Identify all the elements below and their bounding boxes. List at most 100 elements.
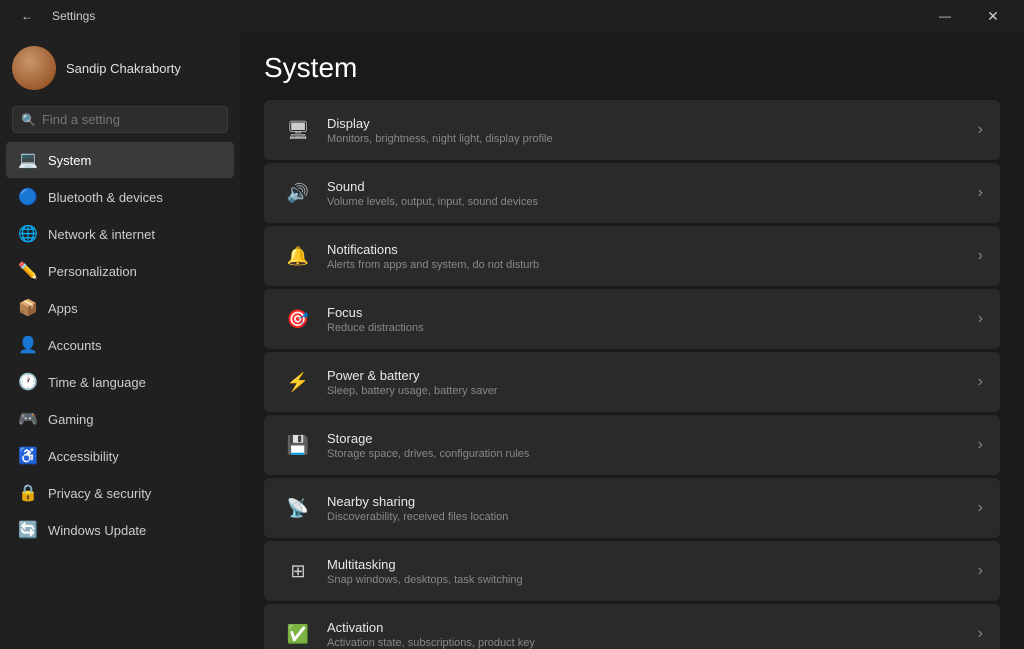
power-icon: ⚡ [281, 365, 315, 399]
storage-text: Storage Storage space, drives, configura… [327, 431, 970, 460]
settings-row-storage[interactable]: 💾 Storage Storage space, drives, configu… [264, 415, 1000, 475]
activation-text: Activation Activation state, subscriptio… [327, 620, 970, 649]
accounts-icon: 👤 [18, 335, 38, 355]
search-icon: 🔍 [21, 113, 36, 127]
network-icon: 🌐 [18, 224, 38, 244]
sidebar-label-accounts: Accounts [48, 338, 101, 353]
notifications-title: Notifications [327, 242, 970, 257]
accessibility-icon: ♿ [18, 446, 38, 466]
multitasking-title: Multitasking [327, 557, 970, 572]
settings-row-notifications[interactable]: 🔔 Notifications Alerts from apps and sys… [264, 226, 1000, 286]
content-wrapper: System 🖥 Display Monitors, brightness, n… [264, 52, 1000, 649]
display-text: Display Monitors, brightness, night ligh… [327, 116, 970, 145]
display-subtitle: Monitors, brightness, night light, displ… [327, 133, 970, 145]
display-chevron: › [978, 121, 983, 139]
close-button[interactable]: ✕ [970, 0, 1016, 32]
notifications-icon: 🔔 [281, 239, 315, 273]
nearby-title: Nearby sharing [327, 494, 970, 509]
sound-subtitle: Volume levels, output, input, sound devi… [327, 196, 970, 208]
sidebar-label-privacy: Privacy & security [48, 486, 151, 501]
personalization-icon: ✏️ [18, 261, 38, 281]
update-icon: 🔄 [18, 520, 38, 540]
titlebar: ← Settings — ✕ [0, 0, 1024, 32]
activation-title: Activation [327, 620, 970, 635]
settings-row-power[interactable]: ⚡ Power & battery Sleep, battery usage, … [264, 352, 1000, 412]
storage-icon: 💾 [281, 428, 315, 462]
back-button[interactable]: ← [12, 0, 42, 32]
profile-section[interactable]: Sandip Chakraborty [0, 32, 240, 102]
focus-icon: 🎯 [281, 302, 315, 336]
sound-title: Sound [327, 179, 970, 194]
sidebar-label-apps: Apps [48, 301, 78, 316]
settings-row-focus[interactable]: 🎯 Focus Reduce distractions › [264, 289, 1000, 349]
multitasking-chevron: › [978, 562, 983, 580]
system-icon: 💻 [18, 150, 38, 170]
page-title: System [264, 52, 1000, 84]
multitasking-icon: ⊞ [281, 554, 315, 588]
settings-list: 🖥 Display Monitors, brightness, night li… [264, 100, 1000, 649]
storage-subtitle: Storage space, drives, configuration rul… [327, 448, 970, 460]
main-content: System 🖥 Display Monitors, brightness, n… [240, 32, 1024, 649]
sound-chevron: › [978, 184, 983, 202]
gaming-icon: 🎮 [18, 409, 38, 429]
time-icon: 🕐 [18, 372, 38, 392]
power-text: Power & battery Sleep, battery usage, ba… [327, 368, 970, 397]
sidebar-item-personalization[interactable]: ✏️ Personalization [6, 253, 234, 289]
power-subtitle: Sleep, battery usage, battery saver [327, 385, 970, 397]
focus-chevron: › [978, 310, 983, 328]
nearby-text: Nearby sharing Discoverability, received… [327, 494, 970, 523]
display-title: Display [327, 116, 970, 131]
settings-row-nearby[interactable]: 📡 Nearby sharing Discoverability, receiv… [264, 478, 1000, 538]
search-box[interactable]: 🔍 [12, 106, 228, 133]
window-controls: — ✕ [922, 0, 1016, 32]
app-title: Settings [52, 9, 95, 23]
minimize-button[interactable]: — [922, 0, 968, 32]
sidebar-label-system: System [48, 153, 91, 168]
sidebar-item-bluetooth[interactable]: 🔵 Bluetooth & devices [6, 179, 234, 215]
sidebar-item-accounts[interactable]: 👤 Accounts [6, 327, 234, 363]
bluetooth-icon: 🔵 [18, 187, 38, 207]
sidebar-item-accessibility[interactable]: ♿ Accessibility [6, 438, 234, 474]
focus-subtitle: Reduce distractions [327, 322, 970, 334]
search-input[interactable] [42, 112, 219, 127]
activation-subtitle: Activation state, subscriptions, product… [327, 637, 970, 649]
sidebar-nav: 💻 System 🔵 Bluetooth & devices 🌐 Network… [0, 141, 240, 549]
nearby-chevron: › [978, 499, 983, 517]
storage-title: Storage [327, 431, 970, 446]
activation-icon: ✅ [281, 617, 315, 649]
settings-row-multitasking[interactable]: ⊞ Multitasking Snap windows, desktops, t… [264, 541, 1000, 601]
sidebar-item-time[interactable]: 🕐 Time & language [6, 364, 234, 400]
app-body: Sandip Chakraborty 🔍 💻 System 🔵 Bluetoot… [0, 32, 1024, 649]
sidebar-item-gaming[interactable]: 🎮 Gaming [6, 401, 234, 437]
avatar [12, 46, 56, 90]
settings-row-display[interactable]: 🖥 Display Monitors, brightness, night li… [264, 100, 1000, 160]
settings-row-activation[interactable]: ✅ Activation Activation state, subscript… [264, 604, 1000, 649]
sidebar-label-accessibility: Accessibility [48, 449, 119, 464]
notifications-chevron: › [978, 247, 983, 265]
sidebar-item-apps[interactable]: 📦 Apps [6, 290, 234, 326]
sidebar-label-bluetooth: Bluetooth & devices [48, 190, 163, 205]
power-chevron: › [978, 373, 983, 391]
nearby-subtitle: Discoverability, received files location [327, 511, 970, 523]
sidebar-label-time: Time & language [48, 375, 146, 390]
sound-text: Sound Volume levels, output, input, soun… [327, 179, 970, 208]
sidebar-item-system[interactable]: 💻 System [6, 142, 234, 178]
apps-icon: 📦 [18, 298, 38, 318]
sidebar-label-update: Windows Update [48, 523, 146, 538]
nearby-icon: 📡 [281, 491, 315, 525]
power-title: Power & battery [327, 368, 970, 383]
privacy-icon: 🔒 [18, 483, 38, 503]
sidebar-item-update[interactable]: 🔄 Windows Update [6, 512, 234, 548]
notifications-text: Notifications Alerts from apps and syste… [327, 242, 970, 271]
settings-row-sound[interactable]: 🔊 Sound Volume levels, output, input, so… [264, 163, 1000, 223]
sidebar-item-privacy[interactable]: 🔒 Privacy & security [6, 475, 234, 511]
sidebar-label-personalization: Personalization [48, 264, 137, 279]
storage-chevron: › [978, 436, 983, 454]
notifications-subtitle: Alerts from apps and system, do not dist… [327, 259, 970, 271]
multitasking-subtitle: Snap windows, desktops, task switching [327, 574, 970, 586]
sidebar-label-gaming: Gaming [48, 412, 94, 427]
sidebar-item-network[interactable]: 🌐 Network & internet [6, 216, 234, 252]
sidebar-label-network: Network & internet [48, 227, 155, 242]
sidebar: Sandip Chakraborty 🔍 💻 System 🔵 Bluetoot… [0, 32, 240, 649]
sound-icon: 🔊 [281, 176, 315, 210]
